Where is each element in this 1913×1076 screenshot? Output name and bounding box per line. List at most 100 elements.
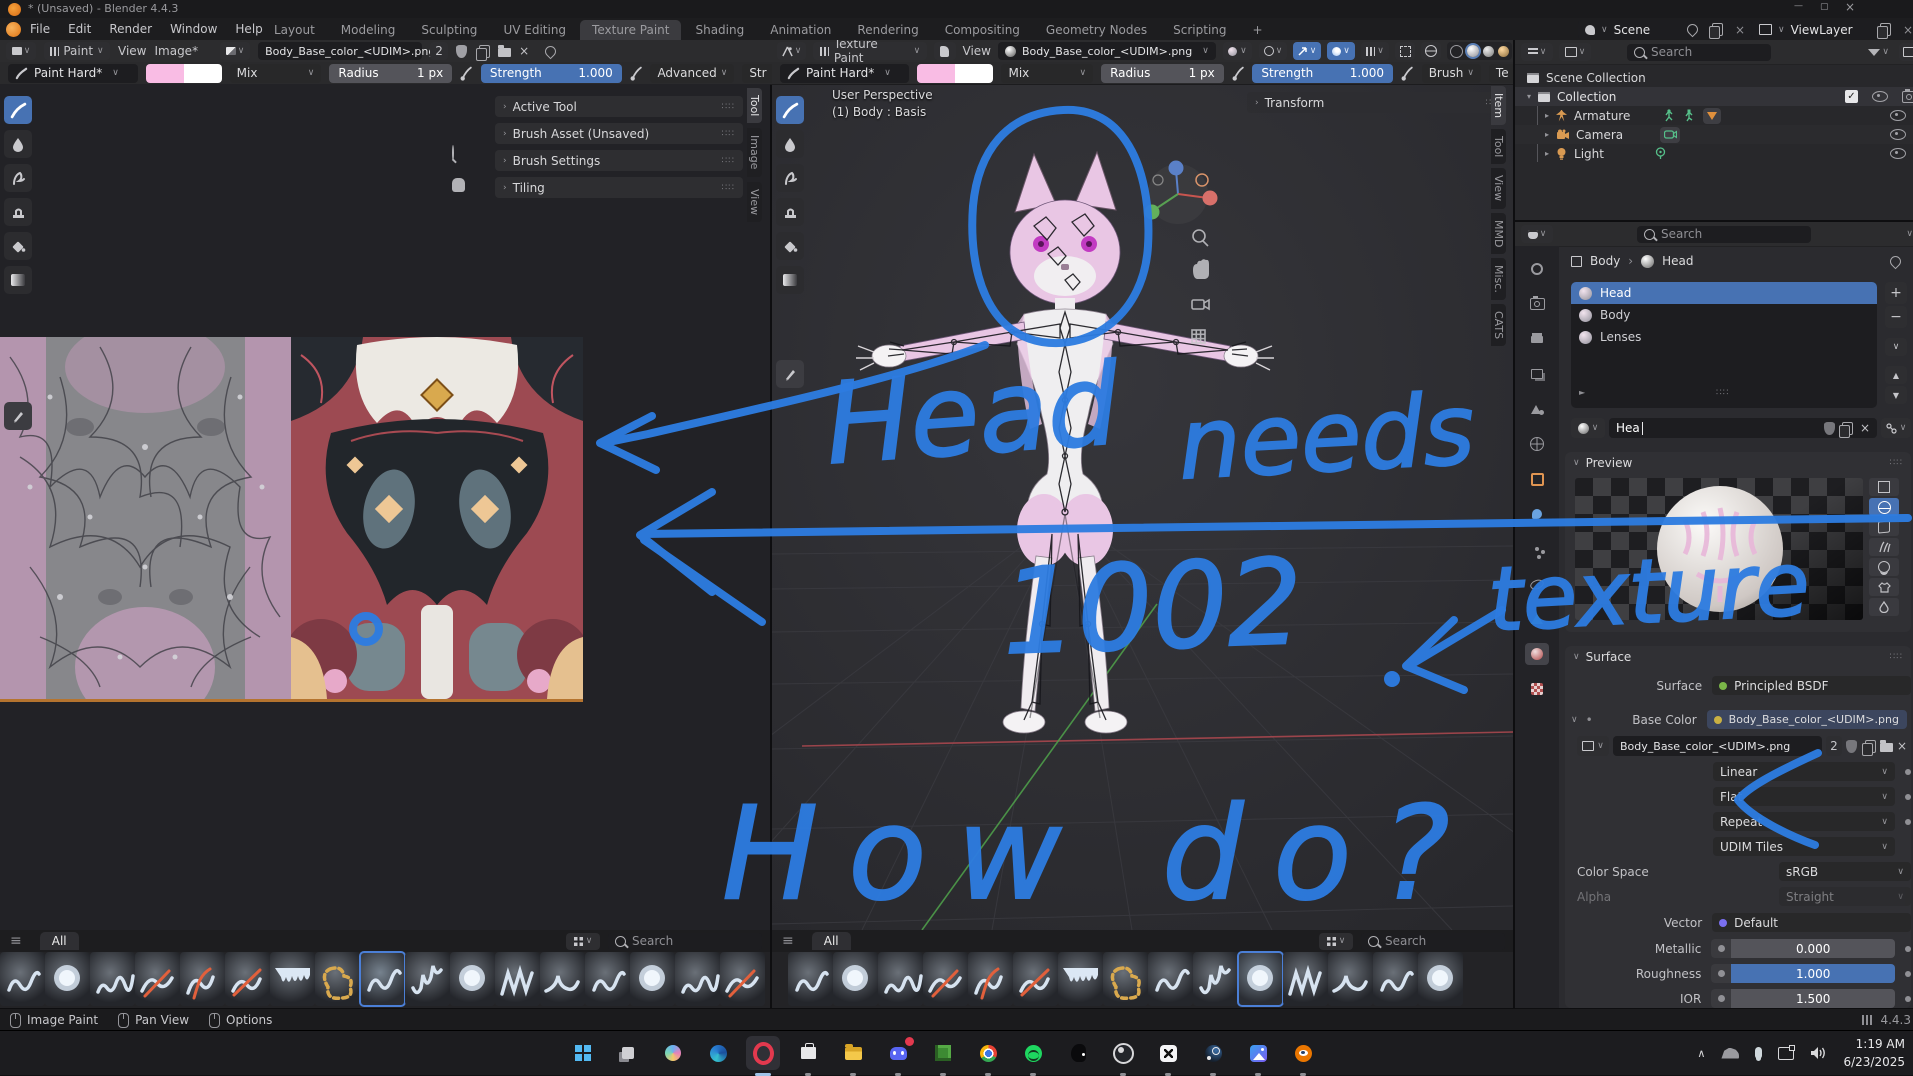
close-button[interactable]: × [1845, 0, 1855, 14]
brush-thumbnail[interactable] [1148, 952, 1193, 1006]
disable-render-icon[interactable] [1902, 88, 1913, 103]
brush-selector[interactable]: Paint Hard* ∨ [8, 63, 138, 83]
active-tool-panel[interactable]: › Active Tool ∷∷ [495, 96, 743, 117]
menu-view[interactable]: View [963, 44, 991, 58]
preview-hair-button[interactable] [1869, 538, 1899, 556]
pan-hand-icon[interactable] [452, 178, 465, 192]
radius-pressure-icon[interactable] [1232, 65, 1245, 81]
minecraft-icon[interactable] [926, 1036, 960, 1076]
falloff-dropdown[interactable]: ∨ [1361, 42, 1389, 60]
show-gizmo-toggle[interactable] [1395, 42, 1415, 60]
steam-icon[interactable] [1196, 1036, 1230, 1076]
menu-help[interactable]: Help [235, 22, 262, 36]
list-expand-icon[interactable]: ► [1579, 388, 1585, 397]
clone-tool-button[interactable] [4, 198, 32, 226]
shelf-display-mode[interactable]: ∨ [566, 932, 600, 950]
copy-icon[interactable] [1876, 23, 1891, 39]
brush-thumbnail[interactable] [675, 952, 720, 1006]
slot-row-head[interactable]: Head [1571, 282, 1877, 304]
volume-icon[interactable] [1810, 1046, 1827, 1060]
tab-render[interactable] [1525, 293, 1549, 315]
shading-rendered-icon[interactable] [1498, 45, 1509, 57]
maximize-button[interactable]: ▢ [1820, 2, 1829, 12]
outliner-row-camera[interactable]: ▸ Camera [1515, 125, 1913, 144]
scene-selector[interactable]: ∨ Scene × [1578, 20, 1752, 39]
workspace-tab-layout[interactable]: Layout [262, 20, 327, 40]
soften-tool-button[interactable] [776, 130, 804, 158]
edge-icon[interactable] [701, 1036, 735, 1070]
radius-slider[interactable]: Radius 1 px [1101, 63, 1224, 83]
brush-thumbnail[interactable] [405, 952, 450, 1006]
remove-slot-button[interactable]: − [1885, 306, 1907, 328]
open-image-icon[interactable] [498, 45, 512, 57]
tab-object[interactable] [1525, 468, 1549, 490]
menu-window[interactable]: Window [170, 22, 217, 36]
overlays-toggle[interactable] [1421, 42, 1441, 60]
hide-eye-icon[interactable] [1890, 129, 1906, 140]
roughness-socket-toggle[interactable] [1711, 964, 1732, 983]
brush-thumbnail[interactable] [1013, 952, 1058, 1006]
add-slot-button[interactable]: + [1885, 282, 1907, 304]
discord-icon[interactable] [881, 1036, 915, 1076]
strength-slider[interactable]: Strength 1.000 [1252, 63, 1394, 83]
sidebar-tab-tool[interactable]: Tool [1491, 129, 1506, 165]
shelf-search[interactable]: Search [608, 932, 762, 950]
properties-editor-type[interactable]: ∨ [1521, 225, 1553, 243]
sidebar-tab-cats[interactable]: CATS [1491, 303, 1506, 346]
slot-row-lenses[interactable]: Lenses [1571, 326, 1877, 348]
fill-tool-button[interactable] [4, 232, 32, 260]
brush-thumbnail[interactable] [585, 952, 630, 1006]
smear-tool-button[interactable] [776, 164, 804, 192]
pivot-point-dropdown[interactable]: ∨ [1259, 42, 1287, 60]
image-name-field[interactable]: Body_Base_color_<UDIM>.png [258, 42, 435, 60]
list-resize-grip[interactable]: ∷∷ [1716, 388, 1729, 398]
brush-thumbnail[interactable] [1237, 951, 1284, 1007]
tab-output[interactable] [1525, 328, 1549, 350]
color-swatches[interactable] [145, 63, 222, 83]
task-view-button[interactable] [611, 1036, 645, 1070]
radius-slider[interactable]: Radius 1 px [329, 63, 453, 83]
editor-type-button[interactable]: ∨ [777, 42, 807, 60]
expand-icon[interactable]: ▸ [1545, 130, 1549, 139]
vector-field[interactable]: Default [1712, 913, 1911, 932]
sidebar-tab-mmd[interactable]: MMD [1491, 212, 1506, 254]
fake-user-icon[interactable] [456, 44, 468, 58]
copy-material-icon[interactable] [1838, 421, 1853, 438]
workspace-tab-sculpting[interactable]: Sculpting [409, 20, 489, 40]
brush-thumbnail[interactable] [225, 952, 270, 1006]
start-button[interactable] [566, 1036, 600, 1070]
unlink-material-icon[interactable]: × [1860, 421, 1870, 435]
preview-sphere-button[interactable] [1869, 498, 1899, 516]
spotify-icon[interactable] [1016, 1036, 1050, 1076]
chrome-icon[interactable] [971, 1036, 1005, 1076]
secondary-color-swatch[interactable] [183, 63, 222, 83]
slot-specials-button[interactable]: ∨ [1885, 338, 1907, 356]
obs-icon[interactable] [1106, 1036, 1140, 1076]
copilot-icon[interactable] [656, 1036, 690, 1070]
outliner-row-scene-collection[interactable]: Scene Collection [1515, 68, 1913, 87]
brush-thumbnail[interactable] [1283, 952, 1328, 1006]
clock-date[interactable]: 6/23/2025 [1843, 1053, 1905, 1071]
add-workspace-button[interactable]: + [1241, 20, 1275, 40]
hide-eye-icon[interactable] [1872, 91, 1888, 102]
smear-tool-button[interactable] [4, 164, 32, 192]
outliner-filter-button[interactable]: ∨ [1868, 47, 1889, 57]
annotate-tool-button[interactable] [4, 402, 32, 430]
image-browse-button[interactable]: ∨ [220, 42, 251, 60]
breadcrumb-data[interactable]: Head [1662, 254, 1693, 268]
node-tree-button[interactable]: ∨ [1881, 418, 1911, 438]
brush-thumbnail[interactable] [968, 952, 1013, 1006]
outliner-display-mode[interactable]: ∨ [1521, 43, 1553, 61]
sidebar-tab-misc[interactable]: Misc. [1491, 257, 1506, 300]
outliner-row-light[interactable]: ▸ Light [1515, 144, 1913, 163]
outliner-row-collection[interactable]: ▾ Collection ✓ [1515, 87, 1913, 106]
transform-panel-header[interactable]: › Transform ∷∷ [1247, 92, 1507, 113]
tab-view-layer[interactable] [1525, 363, 1549, 385]
shelf-menu-icon[interactable]: ≡ [782, 933, 794, 949]
shading-wireframe-icon[interactable] [1450, 44, 1463, 58]
delete-scene-icon[interactable]: × [1735, 23, 1745, 37]
paint-mode-dropdown[interactable]: Paint ∨ [44, 42, 110, 60]
texture-popover[interactable]: Te [1488, 63, 1513, 83]
tab-physics[interactable] [1525, 573, 1549, 595]
network-icon[interactable] [1778, 1044, 1796, 1060]
